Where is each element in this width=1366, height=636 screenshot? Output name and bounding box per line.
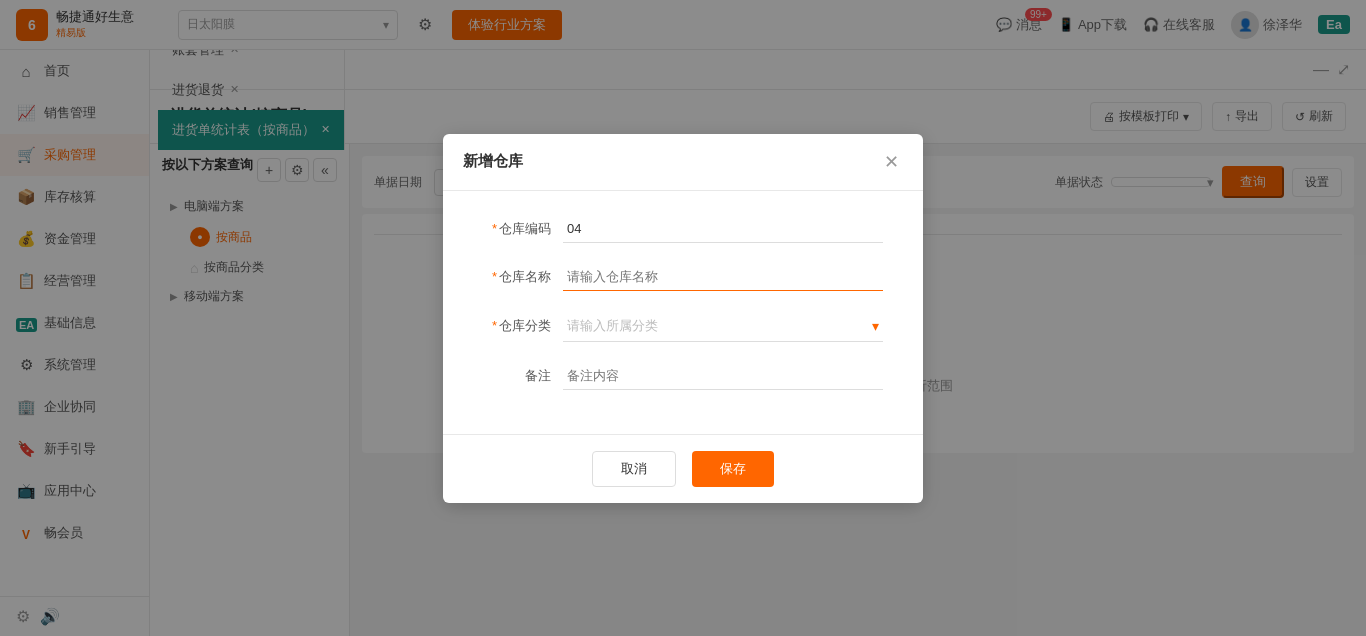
form-row-category: *仓库分类 请输入所属分类 ▾ [483, 311, 883, 342]
code-input[interactable] [563, 215, 883, 243]
modal-body: *仓库编码 *仓库名称 *仓库分类 请输入所属分类 ▾ [443, 191, 923, 434]
name-input[interactable] [563, 263, 883, 291]
form-row-code: *仓库编码 [483, 215, 883, 243]
code-required-mark: * [492, 221, 497, 236]
modal-header: 新增仓库 ✕ [443, 134, 923, 191]
category-placeholder: 请输入所属分类 [567, 317, 658, 335]
category-dropdown-arrow: ▾ [872, 318, 879, 334]
code-label: *仓库编码 [483, 220, 563, 238]
category-label: *仓库分类 [483, 317, 563, 335]
modal-footer: 取消 保存 [443, 434, 923, 503]
add-warehouse-modal: 新增仓库 ✕ *仓库编码 *仓库名称 *仓库分类 [443, 134, 923, 503]
form-row-remark: 备注 [483, 362, 883, 390]
remark-input[interactable] [563, 362, 883, 390]
modal-title: 新增仓库 [463, 152, 523, 171]
name-required-mark: * [492, 269, 497, 284]
remark-label: 备注 [483, 367, 563, 385]
save-button[interactable]: 保存 [692, 451, 774, 487]
modal-overlay: 新增仓库 ✕ *仓库编码 *仓库名称 *仓库分类 [0, 0, 1366, 636]
form-row-name: *仓库名称 [483, 263, 883, 291]
category-select[interactable]: 请输入所属分类 ▾ [563, 311, 883, 342]
name-label: *仓库名称 [483, 268, 563, 286]
cancel-button[interactable]: 取消 [592, 451, 676, 487]
modal-close-button[interactable]: ✕ [879, 150, 903, 174]
category-required-mark: * [492, 318, 497, 333]
